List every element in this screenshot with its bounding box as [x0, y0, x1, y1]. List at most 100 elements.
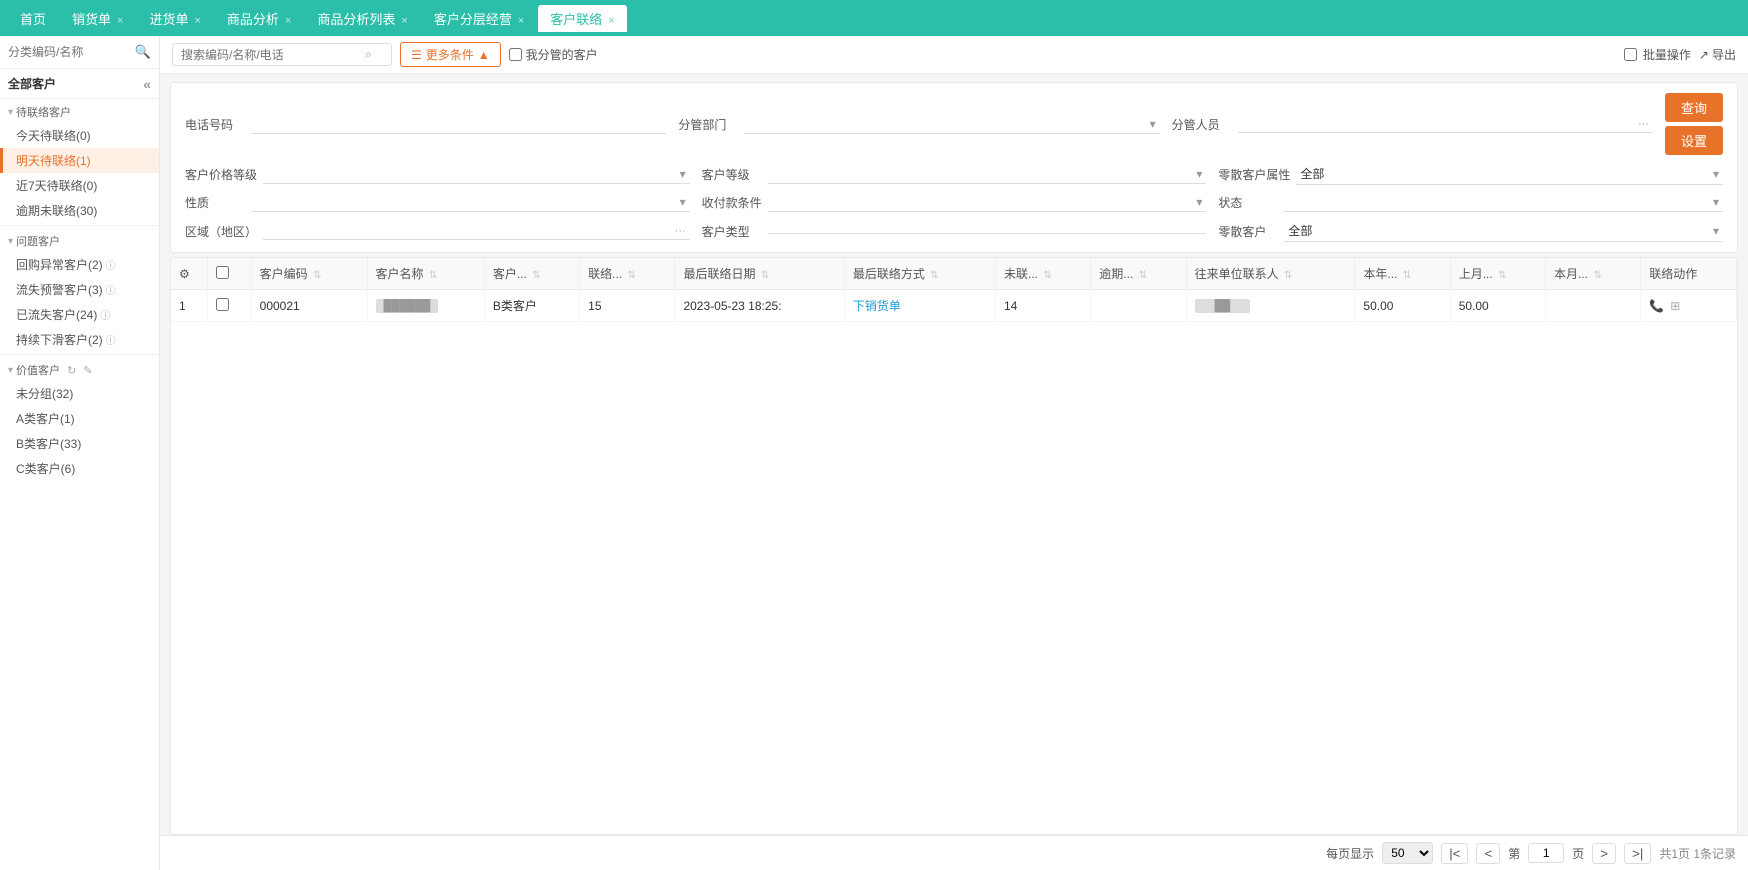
batch-op-btn[interactable]: 批量操作 [1624, 46, 1691, 63]
page-input[interactable] [1528, 843, 1564, 863]
th-contacts[interactable]: 往来单位联系人 ⇅ [1186, 258, 1355, 290]
td-checkbox[interactable] [207, 290, 251, 322]
status-arrow-icon: ▾ [1713, 195, 1719, 209]
page-size-select[interactable]: 50 100 200 [1382, 842, 1433, 864]
sidebar-item-churned[interactable]: 已流失客户(24) ⓘ [0, 302, 159, 327]
th-last-method[interactable]: 最后联络方式 ⇅ [844, 258, 995, 290]
my-customers-checkbox-label[interactable]: 我分管的客户 [509, 46, 598, 63]
nav-home[interactable]: 首页 [8, 5, 58, 32]
th-contact-count[interactable]: 联络... ⇅ [580, 258, 675, 290]
filter-row-4: 区域（地区） ··· 客户类型 零散客户 全部 ▾ [185, 220, 1723, 242]
group-problem-customers[interactable]: 问题客户 [0, 228, 159, 252]
all-customers-header[interactable]: 全部客户 « [0, 69, 159, 99]
nature-select[interactable]: ▾ [251, 193, 690, 212]
row-checkbox[interactable] [216, 298, 229, 311]
grid-action-icon[interactable]: ⊞ [1670, 299, 1680, 313]
sidebar-item-class-a[interactable]: A类客户(1) [0, 406, 159, 431]
contact-person-masked: ██ [1195, 299, 1251, 313]
retail-attr-select[interactable]: 全部 ▾ [1296, 163, 1723, 185]
th-gear[interactable]: ⚙ [171, 258, 207, 290]
td-last-method: 下销货单 [844, 290, 995, 322]
sidebar-search-input[interactable] [8, 45, 131, 59]
search-input[interactable] [181, 48, 361, 62]
set-button[interactable]: 设置 [1665, 126, 1723, 155]
sidebar-item-class-c[interactable]: C类客户(6) [0, 456, 159, 481]
my-customers-checkbox[interactable] [509, 48, 522, 61]
sidebar-item-churn-warning[interactable]: 流失预警客户(3) ⓘ [0, 277, 159, 302]
th-name[interactable]: 客户名称 ⇅ [367, 258, 484, 290]
retail-select[interactable]: 全部 ▾ [1284, 220, 1723, 242]
sidebar-item-7days[interactable]: 近7天待联络(0) [0, 173, 159, 198]
retail-label: 零散客户 [1218, 223, 1278, 240]
nav-purchase-order[interactable]: 进货单× [137, 5, 212, 32]
prev-page-btn[interactable]: < [1476, 843, 1500, 864]
td-actions: 📞 ⊞ [1641, 290, 1737, 322]
group-value-customers[interactable]: 价值客户 ↻ ✎ [0, 357, 159, 381]
next-page-btn[interactable]: > [1592, 843, 1616, 864]
toolbar: ⌕ ☰ 更多条件 ▲ 我分管的客户 批量操作 ↗ 导出 [160, 36, 1748, 74]
th-not-contacted[interactable]: 未联... ⇅ [996, 258, 1091, 290]
filter-more-btn[interactable]: ☰ 更多条件 ▲ [400, 42, 501, 67]
group-pending-contact[interactable]: 待联络客户 [0, 99, 159, 123]
gear-icon[interactable]: ⚙ [179, 267, 190, 281]
phone-label: 电话号码 [185, 116, 245, 133]
payment-select[interactable]: ▾ [768, 193, 1207, 212]
info-icon-2: ⓘ [100, 307, 110, 322]
sidebar-item-today[interactable]: 今天待联络(0) [0, 123, 159, 148]
export-btn[interactable]: ↗ 导出 [1699, 46, 1736, 63]
collapse-icon[interactable]: « [143, 76, 151, 92]
th-checkbox[interactable] [207, 258, 251, 290]
filter-status: 状态 ▾ [1218, 193, 1723, 212]
th-this-month[interactable]: 本月... ⇅ [1545, 258, 1640, 290]
th-type[interactable]: 客户... ⇅ [484, 258, 579, 290]
status-label: 状态 [1218, 194, 1278, 211]
select-all-checkbox[interactable] [216, 266, 229, 279]
nav-customer-contact[interactable]: 客户联络× [538, 5, 626, 32]
sidebar-search-box: 🔍 [0, 36, 159, 69]
th-last-month[interactable]: 上月... ⇅ [1450, 258, 1545, 290]
batch-checkbox[interactable] [1624, 48, 1637, 61]
customer-level-select[interactable]: ▾ [768, 165, 1207, 184]
customer-type-select[interactable] [768, 229, 1207, 234]
query-button[interactable]: 查询 [1665, 93, 1723, 122]
action-btn-group: 查询 设置 [1665, 93, 1723, 155]
price-level-select[interactable]: ▾ [263, 165, 690, 184]
value-group-refresh-icon[interactable]: ↻ [67, 364, 76, 377]
action-icon-group: 📞 ⊞ [1649, 299, 1728, 313]
nav-product-analysis-list[interactable]: 商品分析列表× [305, 5, 419, 32]
filter-row-1: 电话号码 分管部门 ▾ 分管人员 ··· 查询 设置 [185, 93, 1723, 155]
sidebar-item-repurchase-anomaly[interactable]: 回购异常客户(2) ⓘ [0, 252, 159, 277]
nav-customer-tier[interactable]: 客户分层经营× [422, 5, 536, 32]
price-level-arrow-icon: ▾ [680, 167, 686, 181]
th-last-date[interactable]: 最后联络日期 ⇅ [675, 258, 844, 290]
page-unit: 页 [1572, 845, 1584, 862]
dept-select[interactable]: ▾ [744, 115, 1159, 134]
td-name: ██████ [367, 290, 484, 322]
sidebar-item-ungrouped[interactable]: 未分组(32) [0, 381, 159, 406]
th-actions: 联络动作 [1641, 258, 1737, 290]
sort-icon-last-method: ⇅ [930, 270, 938, 281]
td-overdue [1091, 290, 1186, 322]
th-overdue[interactable]: 逾期... ⇅ [1091, 258, 1186, 290]
table-row: 1 000021 ██████ B类客户 15 2023-05-23 18:25… [171, 290, 1737, 322]
person-select[interactable]: ··· [1238, 116, 1653, 133]
sidebar-item-overdue[interactable]: 逾期未联络(30) [0, 198, 159, 223]
nav-sales-order[interactable]: 销货单× [60, 5, 135, 32]
phone-action-icon[interactable]: 📞 [1649, 299, 1664, 313]
region-select[interactable]: ··· [263, 223, 690, 240]
sort-icon-overdue: ⇅ [1139, 270, 1147, 281]
nav-product-analysis[interactable]: 商品分析× [215, 5, 303, 32]
sidebar-item-tomorrow[interactable]: 明天待联络(1) [0, 148, 159, 173]
last-page-btn[interactable]: >| [1624, 843, 1651, 864]
sidebar-item-declining[interactable]: 持续下滑客户(2) ⓘ [0, 327, 159, 352]
status-select[interactable]: ▾ [1284, 193, 1723, 212]
sidebar-item-class-b[interactable]: B类客户(33) [0, 431, 159, 456]
last-method-link[interactable]: 下销货单 [853, 299, 901, 313]
value-group-edit-icon[interactable]: ✎ [83, 364, 92, 377]
th-this-year[interactable]: 本年... ⇅ [1355, 258, 1450, 290]
search-icon[interactable]: ⌕ [365, 47, 372, 62]
th-code[interactable]: 客户编码 ⇅ [251, 258, 367, 290]
first-page-btn[interactable]: |< [1441, 843, 1468, 864]
phone-input[interactable] [251, 115, 666, 134]
sidebar-search-icon[interactable]: 🔍 [135, 44, 151, 60]
